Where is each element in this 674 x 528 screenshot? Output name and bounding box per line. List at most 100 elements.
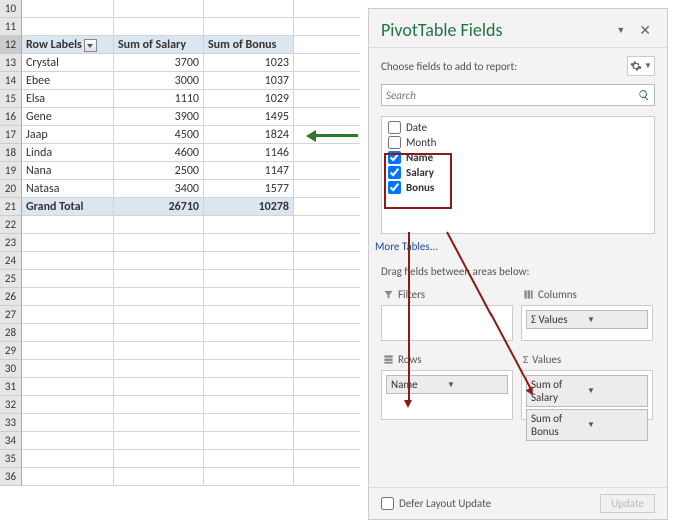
filter-icon — [383, 289, 394, 300]
row-header[interactable]: 13 — [0, 54, 22, 72]
cell-bonus[interactable]: 1029 — [204, 90, 294, 107]
cell-name[interactable]: Linda — [22, 144, 114, 161]
close-icon[interactable]: ✕ — [635, 22, 655, 39]
table-row: Gene39001495 — [22, 108, 360, 126]
field-item-name[interactable]: Name — [382, 150, 654, 165]
cell-salary[interactable]: 1110 — [114, 90, 204, 107]
update-button[interactable]: Update — [600, 494, 655, 513]
field-tag-sigma-values[interactable]: Σ Values▼ — [526, 310, 648, 329]
values-dropzone[interactable]: Sum of Salary▼ Sum of Bonus▼ — [521, 370, 653, 420]
table-row: Nana25001147 — [22, 162, 360, 180]
row-header[interactable]: 22 — [0, 216, 22, 234]
search-field[interactable] — [386, 89, 638, 102]
field-tag-sum-bonus[interactable]: Sum of Bonus▼ — [526, 409, 648, 441]
row-header[interactable]: 10 — [0, 0, 22, 18]
cell-name[interactable]: Elsa — [22, 90, 114, 107]
row-header[interactable]: 21 — [0, 198, 22, 216]
filter-dropdown-icon[interactable] — [84, 39, 97, 52]
row-labels-header[interactable]: Row Labels — [22, 36, 114, 53]
row-header[interactable]: 35 — [0, 450, 22, 468]
drag-instruction: Drag fields between areas below: — [369, 255, 667, 282]
pane-title: PivotTable Fields — [381, 19, 606, 41]
defer-layout-checkbox[interactable]: Defer Layout Update — [381, 497, 600, 510]
field-tag-name[interactable]: Name▼ — [386, 375, 508, 394]
cell-name[interactable]: Nana — [22, 162, 114, 179]
cell-salary[interactable]: 4500 — [114, 126, 204, 143]
columns-dropzone[interactable]: Σ Values▼ — [521, 305, 653, 341]
cell-name[interactable]: Jaap — [22, 126, 114, 143]
row-header[interactable]: 14 — [0, 72, 22, 90]
pivottable-fields-pane: PivotTable Fields ▼ ✕ Choose fields to a… — [368, 8, 668, 520]
cell-salary[interactable]: 3900 — [114, 108, 204, 125]
row-header[interactable]: 27 — [0, 306, 22, 324]
cell-salary[interactable]: 3400 — [114, 180, 204, 197]
rows-dropzone[interactable]: Name▼ — [381, 370, 513, 420]
row-header[interactable]: 30 — [0, 360, 22, 378]
field-checkbox[interactable] — [388, 151, 401, 164]
row-header[interactable]: 31 — [0, 378, 22, 396]
grand-total-row: Grand Total 26710 10278 — [22, 198, 360, 216]
pane-menu-dropdown[interactable]: ▼ — [606, 25, 635, 36]
table-row: Elsa11101029 — [22, 90, 360, 108]
row-header[interactable]: 17 — [0, 126, 22, 144]
cell-salary[interactable]: 2500 — [114, 162, 204, 179]
field-checkbox[interactable] — [388, 121, 401, 134]
cell-bonus[interactable]: 1824 — [204, 126, 294, 143]
pivot-header-row: Row Labels Sum of Salary Sum of Bonus — [22, 36, 360, 54]
field-checkbox[interactable] — [388, 166, 401, 179]
filters-dropzone[interactable] — [381, 305, 513, 341]
cell-bonus[interactable]: 1037 — [204, 72, 294, 89]
field-checkbox[interactable] — [388, 181, 401, 194]
pane-subtitle: Choose fields to add to report: — [381, 60, 627, 73]
row-header[interactable]: 26 — [0, 288, 22, 306]
row-header[interactable]: 34 — [0, 432, 22, 450]
table-row: Natasa34001577 — [22, 180, 360, 198]
cell-salary[interactable]: 3700 — [114, 54, 204, 71]
cell-name[interactable]: Crystal — [22, 54, 114, 71]
rows-icon — [383, 354, 394, 365]
row-headers: 1011121314151617181920212223242526272829… — [0, 0, 22, 486]
col-header-salary: Sum of Salary — [114, 36, 204, 53]
more-tables-link[interactable]: More Tables... — [369, 234, 667, 255]
field-item-month[interactable]: Month — [382, 135, 654, 150]
cell-bonus[interactable]: 1146 — [204, 144, 294, 161]
row-header[interactable]: 29 — [0, 342, 22, 360]
row-header[interactable]: 12 — [0, 36, 22, 54]
cell-bonus[interactable]: 1023 — [204, 54, 294, 71]
row-header[interactable]: 25 — [0, 270, 22, 288]
cell-salary[interactable]: 4600 — [114, 144, 204, 161]
table-row: Ebee30001037 — [22, 72, 360, 90]
cell-bonus[interactable]: 1577 — [204, 180, 294, 197]
cell-bonus[interactable]: 1147 — [204, 162, 294, 179]
cell-bonus[interactable]: 1495 — [204, 108, 294, 125]
row-header[interactable]: 19 — [0, 162, 22, 180]
row-header[interactable]: 15 — [0, 90, 22, 108]
cell-name[interactable]: Ebee — [22, 72, 114, 89]
cell-name[interactable]: Gene — [22, 108, 114, 125]
field-item-date[interactable]: Date — [382, 120, 654, 135]
rows-area: Rows Name▼ — [377, 347, 517, 426]
row-header[interactable]: 23 — [0, 234, 22, 252]
spreadsheet: 1011121314151617181920212223242526272829… — [0, 0, 360, 486]
row-header[interactable]: 11 — [0, 18, 22, 36]
row-header[interactable]: 32 — [0, 396, 22, 414]
field-item-salary[interactable]: Salary — [382, 165, 654, 180]
tools-button[interactable]: ▼ — [627, 56, 655, 76]
row-header[interactable]: 28 — [0, 324, 22, 342]
field-tag-sum-salary[interactable]: Sum of Salary▼ — [526, 375, 648, 407]
row-header[interactable]: 20 — [0, 180, 22, 198]
field-label: Name — [406, 151, 433, 164]
values-area: ΣValues Sum of Salary▼ Sum of Bonus▼ — [517, 347, 657, 426]
field-item-bonus[interactable]: Bonus — [382, 180, 654, 195]
columns-area: Columns Σ Values▼ — [517, 282, 657, 347]
row-header[interactable]: 36 — [0, 468, 22, 486]
row-header[interactable]: 33 — [0, 414, 22, 432]
row-header[interactable]: 16 — [0, 108, 22, 126]
cell-name[interactable]: Natasa — [22, 180, 114, 197]
cell-salary[interactable]: 3000 — [114, 72, 204, 89]
row-header[interactable]: 24 — [0, 252, 22, 270]
grand-total-bonus: 10278 — [204, 198, 294, 215]
field-checkbox[interactable] — [388, 136, 401, 149]
search-input[interactable] — [381, 84, 655, 106]
row-header[interactable]: 18 — [0, 144, 22, 162]
